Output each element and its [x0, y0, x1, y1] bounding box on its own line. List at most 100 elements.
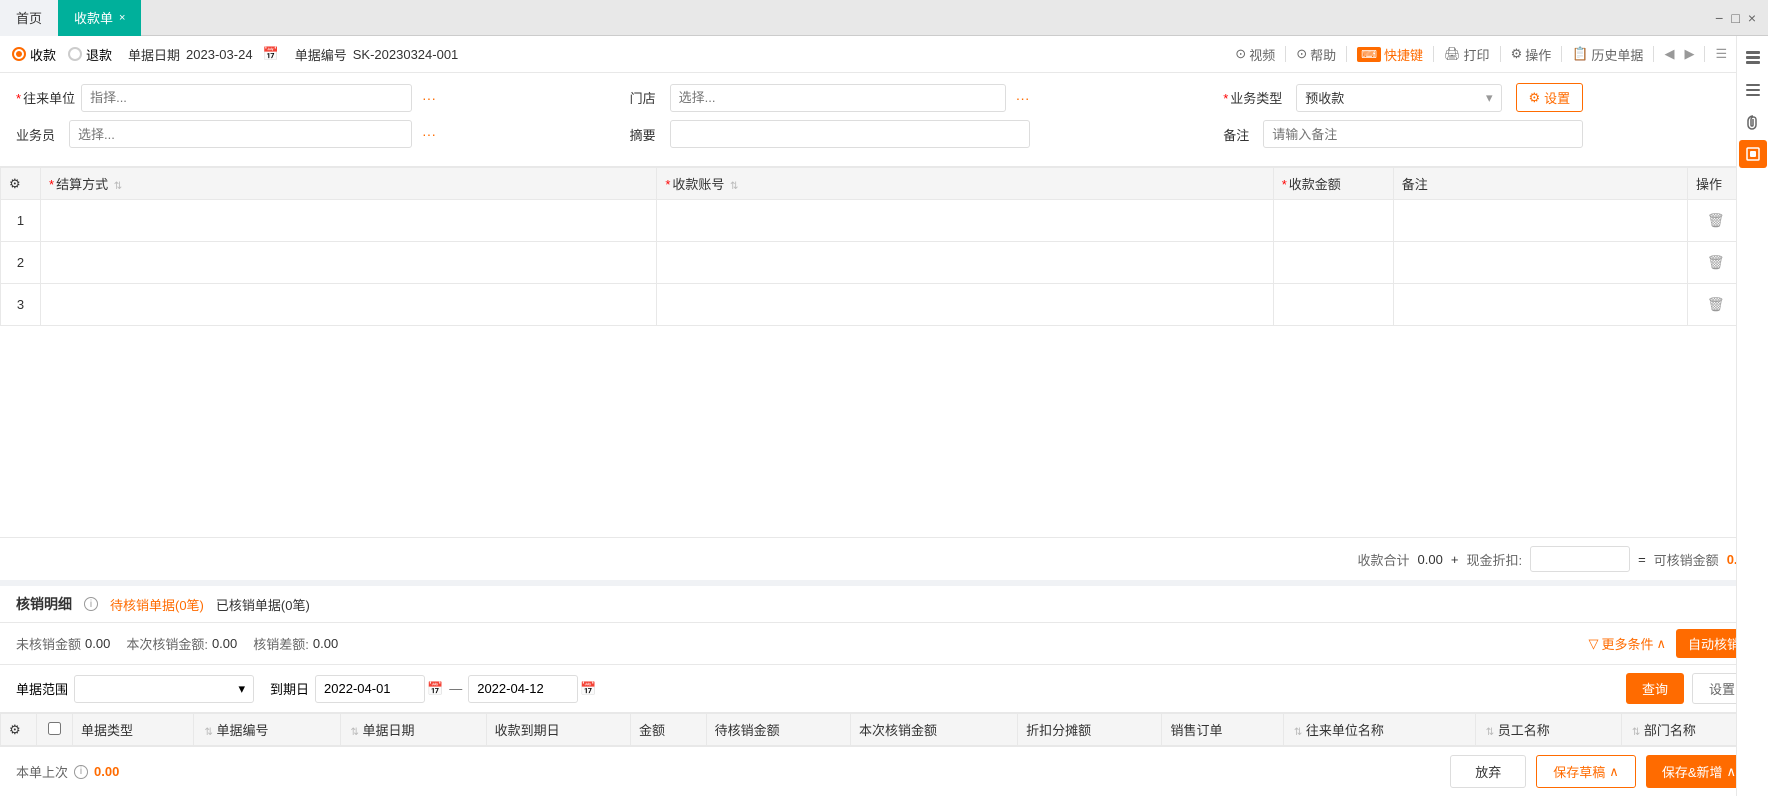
- row-1-settlement[interactable]: [41, 200, 657, 242]
- hx-pending-tab[interactable]: 待核销单据(0笔): [110, 595, 204, 614]
- range-select[interactable]: ▾: [74, 675, 254, 703]
- divider4: [1500, 46, 1501, 62]
- shortcut-button[interactable]: ⌨ 快捷键: [1357, 45, 1423, 64]
- row-1-amount[interactable]: [1273, 200, 1393, 242]
- counterpart-more-icon[interactable]: ···: [422, 90, 436, 106]
- minimize-button[interactable]: −: [1715, 10, 1723, 26]
- discount-input[interactable]: [1530, 546, 1630, 572]
- bth-discount: 折扣分摊额: [1018, 714, 1162, 746]
- summary-label: 摘要: [630, 125, 656, 144]
- form-row-1: *往来单位 ··· 门店 ··· *业务类型 预收款 ▾: [16, 83, 1752, 112]
- help-icon: ⊙: [1296, 46, 1307, 62]
- sort-arrows-settlement[interactable]: ⇅: [114, 181, 122, 192]
- bth-settings-icon[interactable]: ⚙: [9, 722, 21, 737]
- row-2-settlement[interactable]: [41, 242, 657, 284]
- row-2-account[interactable]: [657, 242, 1273, 284]
- auto-verify-label: 自动核销: [1688, 637, 1740, 652]
- summary-input[interactable]: [670, 120, 1030, 148]
- business-type-select[interactable]: 预收款 ▾: [1296, 84, 1501, 112]
- row-3-amount[interactable]: [1273, 284, 1393, 326]
- store-input[interactable]: [670, 84, 1006, 112]
- row-1-account[interactable]: [657, 200, 1273, 242]
- th-account: *收款账号 ⇅: [657, 168, 1273, 200]
- help-button[interactable]: ⊙ 帮助: [1296, 45, 1336, 64]
- divider3: [1433, 46, 1434, 62]
- query-button[interactable]: 查询: [1626, 673, 1684, 704]
- calendar-icon[interactable]: 📅: [263, 46, 279, 62]
- last-value: 0.00: [94, 764, 119, 779]
- cal-to-icon[interactable]: 📅: [580, 681, 596, 697]
- staff-input[interactable]: [69, 120, 412, 148]
- operation-icon: ⚙: [1511, 46, 1523, 62]
- radio-refund[interactable]: 退款: [68, 45, 112, 64]
- date-sep: —: [449, 681, 462, 696]
- help-label: 帮助: [1310, 45, 1336, 64]
- divider7: [1704, 46, 1705, 62]
- close-button[interactable]: ×: [1748, 10, 1756, 26]
- bth-checkbox[interactable]: [37, 714, 73, 746]
- th-settings[interactable]: ⚙: [1, 168, 41, 200]
- bottom-table-wrap: ⚙ 单据类型 ⇅ 单据编号 ⇅: [0, 713, 1768, 746]
- equals-sign: =: [1638, 552, 1646, 567]
- row-3-account[interactable]: [657, 284, 1273, 326]
- row-3-delete-button[interactable]: 🗑: [1703, 294, 1729, 315]
- shortcut-icon: ⌨: [1357, 47, 1381, 62]
- sidebar-table-icon[interactable]: [1739, 44, 1767, 72]
- date-value: 2023-03-24: [186, 47, 253, 62]
- tab-receipt[interactable]: 收款单 ×: [58, 0, 141, 36]
- bth-settings[interactable]: ⚙: [1, 714, 37, 746]
- store-more-icon[interactable]: ···: [1016, 90, 1030, 106]
- radio-receipt-label: 收款: [30, 45, 56, 64]
- hx-info-icon[interactable]: i: [84, 597, 98, 611]
- sidebar-attachment-icon[interactable]: [1739, 108, 1767, 136]
- video-button[interactable]: ⊙ 视频: [1235, 45, 1275, 64]
- list-view-icon[interactable]: ☰: [1715, 46, 1727, 62]
- date-from-input[interactable]: [315, 675, 425, 703]
- tab-close-icon[interactable]: ×: [119, 12, 125, 24]
- divider1: [1285, 46, 1286, 62]
- info-icon-bottom[interactable]: i: [74, 765, 88, 779]
- hx-stats: 未核销金额 0.00 本次核销金额: 0.00 核销差额: 0.00 ▽ 更多条…: [0, 623, 1768, 665]
- row-2-amount[interactable]: [1273, 242, 1393, 284]
- settings-button[interactable]: ⚙ 设置: [1516, 83, 1584, 112]
- counterpart-input[interactable]: [81, 84, 412, 112]
- cal-from-icon[interactable]: 📅: [427, 681, 443, 697]
- receipt-table: ⚙ *结算方式 ⇅ *收款账号 ⇅ *收款金额 备注: [0, 167, 1768, 326]
- row-3-remark[interactable]: [1393, 284, 1687, 326]
- divider2: [1346, 46, 1347, 62]
- maximize-button[interactable]: □: [1731, 10, 1739, 26]
- store-label: 门店: [630, 88, 656, 107]
- sidebar-list-icon[interactable]: [1739, 76, 1767, 104]
- row-2-remark[interactable]: [1393, 242, 1687, 284]
- form-row-2: 业务员 ··· 摘要 备注: [16, 120, 1752, 148]
- sort-arrows-account[interactable]: ⇅: [730, 181, 738, 192]
- history-button[interactable]: 📋 历史单据: [1572, 45, 1643, 64]
- row-2-delete-button[interactable]: 🗑: [1703, 252, 1729, 273]
- abandon-button[interactable]: 放弃: [1450, 755, 1526, 788]
- range-label: 单据范围: [16, 679, 68, 698]
- row-3-settlement[interactable]: [41, 284, 657, 326]
- hx-done-tab[interactable]: 已核销单据(0笔): [216, 595, 310, 614]
- date-field: 单据日期 2023-03-24 📅: [128, 45, 279, 64]
- plus-sign: +: [1451, 552, 1459, 567]
- sidebar-screenshot-icon[interactable]: [1739, 140, 1767, 168]
- tab-home[interactable]: 首页: [0, 0, 58, 36]
- radio-receipt[interactable]: 收款: [12, 45, 56, 64]
- settings-icon[interactable]: ⚙: [9, 176, 21, 191]
- save-draft-button[interactable]: 保存草稿 ∧: [1536, 755, 1636, 788]
- print-button[interactable]: 🖨 打印: [1444, 45, 1490, 64]
- history-icon: 📋: [1572, 46, 1588, 62]
- nav-next-icon[interactable]: ▶: [1684, 46, 1694, 62]
- more-conditions-button[interactable]: ▽ 更多条件 ∧: [1588, 634, 1666, 653]
- date-to-input[interactable]: [468, 675, 578, 703]
- bottom-table-header-row: ⚙ 单据类型 ⇅ 单据编号 ⇅: [1, 714, 1768, 746]
- nav-prev-icon[interactable]: ◀: [1664, 46, 1674, 62]
- staff-more-icon[interactable]: ···: [422, 126, 436, 142]
- sort-icon-cp: ⇅: [1294, 727, 1302, 738]
- select-all-checkbox[interactable]: [48, 722, 61, 735]
- operation-button[interactable]: ⚙ 操作: [1511, 45, 1552, 64]
- row-1-remark[interactable]: [1393, 200, 1687, 242]
- table-header-row: ⚙ *结算方式 ⇅ *收款账号 ⇅ *收款金额 备注: [1, 168, 1768, 200]
- remark-input[interactable]: [1263, 120, 1583, 148]
- row-1-delete-button[interactable]: 🗑: [1703, 210, 1729, 231]
